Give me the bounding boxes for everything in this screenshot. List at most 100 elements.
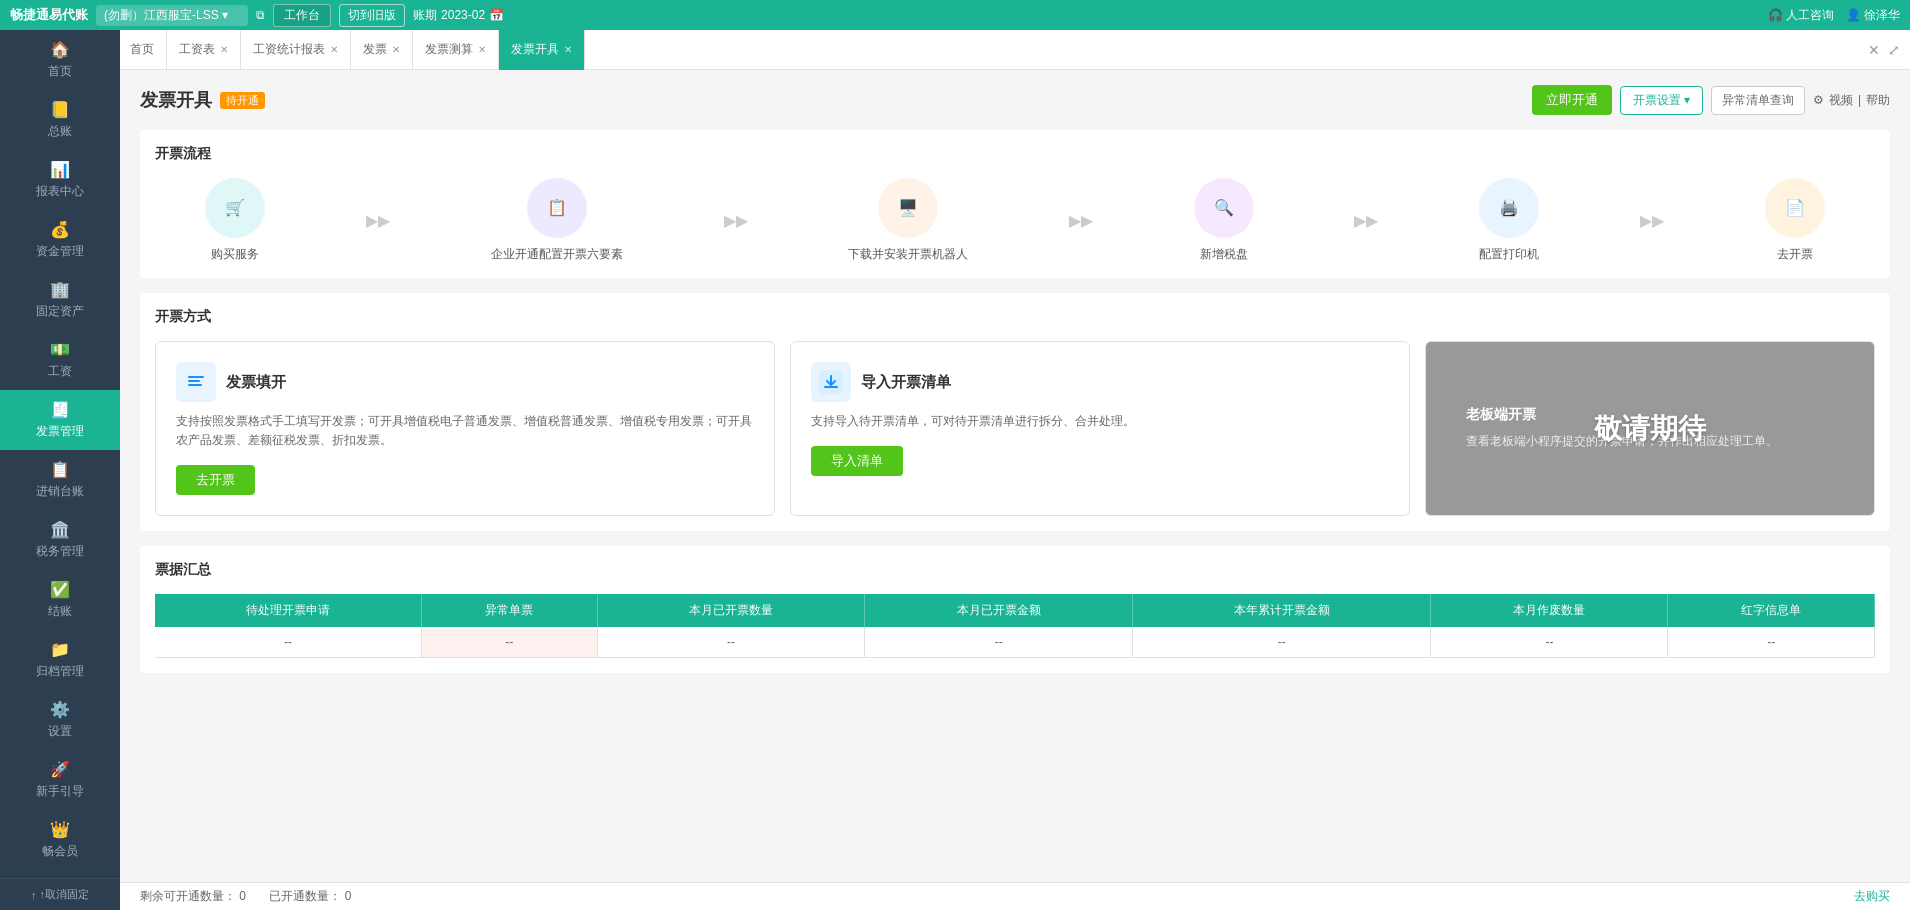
tab-home[interactable]: 首页 — [130, 30, 167, 70]
method-manual-desc: 支持按照发票格式手工填写开发票；可开具增值税电子普通发票、增值税普通发票、增值税… — [176, 412, 754, 450]
arrow-1: ▶▶ — [366, 211, 390, 230]
service-label: 人工咨询 — [1786, 7, 1834, 24]
pin-button[interactable]: ↑ ↑取消固定 — [0, 879, 120, 910]
open-now-button[interactable]: 立即开通 — [1532, 85, 1612, 115]
sidebar-item-purchase[interactable]: 📋 进销台账 — [0, 450, 120, 510]
tab-close-all-button[interactable]: ✕ — [1868, 42, 1880, 58]
step-issue-label: 去开票 — [1777, 246, 1813, 263]
sidebar-item-report[interactable]: 📊 报表中心 — [0, 150, 120, 210]
sidebar-item-invoice[interactable]: 🧾 发票管理 — [0, 390, 120, 450]
tab-invoice-calc-close[interactable]: ✕ — [478, 44, 486, 55]
buy-link[interactable]: 去购买 — [1854, 888, 1890, 905]
step-issue-icon: 📄 — [1765, 178, 1825, 238]
import-list-button[interactable]: 导入清单 — [811, 446, 903, 476]
tab-invoice[interactable]: 发票 ✕ — [351, 30, 413, 70]
invoice-methods: 发票填开 支持按照发票格式手工填写开发票；可开具增值税电子普通发票、增值税普通发… — [155, 341, 1875, 516]
tab-salary-report-close[interactable]: ✕ — [330, 44, 338, 55]
tax-icon: 🏛️ — [50, 520, 70, 539]
tab-invoice-close[interactable]: ✕ — [392, 44, 400, 55]
sidebar-item-archive[interactable]: 📁 归档管理 — [0, 630, 120, 690]
bottom-bar: 剩余可开通数量： 0 已开通数量： 0 去购买 — [120, 882, 1910, 910]
finance-icon: 💰 — [50, 220, 70, 239]
step-printer-label: 配置打印机 — [1479, 246, 1539, 263]
sidebar-label-ledger: 总账 — [48, 123, 72, 140]
header-actions: 立即开通 开票设置 ▾ 异常清单查询 ⚙ 视频 | 帮助 — [1532, 85, 1890, 115]
svg-text:📋: 📋 — [547, 198, 567, 217]
col-red-note: 红字信息单 — [1668, 594, 1875, 627]
invoice-icon: 🧾 — [50, 400, 70, 419]
ledger-icon: 📒 — [50, 100, 70, 119]
sidebar-item-member[interactable]: 👑 畅会员 — [0, 810, 120, 870]
sidebar-item-tax[interactable]: 🏛️ 税务管理 — [0, 510, 120, 570]
method-import-desc: 支持导入待开票清单，可对待开票清单进行拆分、合并处理。 — [811, 412, 1389, 431]
workspace-button[interactable]: 工作台 — [273, 4, 331, 27]
company-select[interactable]: (勿删）江西服宝-LSS ▾ — [96, 5, 248, 26]
step-issue[interactable]: 📄 去开票 — [1765, 178, 1825, 263]
purchase-icon: 📋 — [50, 460, 70, 479]
step-buy-service[interactable]: 🛒 购买服务 — [205, 178, 265, 263]
col-month-amount: 本月已开票金额 — [865, 594, 1133, 627]
old-platform-inner: 老板端开票 查看老板端小程序提交的开票申请，并作出相应处理工单。 敬请期待 — [1446, 391, 1854, 466]
tab-salary-close[interactable]: ✕ — [220, 44, 228, 55]
col-pending: 待处理开票申请 — [155, 594, 421, 627]
report-icon: 📊 — [50, 160, 70, 179]
settings-icon: ⚙️ — [50, 700, 70, 719]
sidebar-label-member: 畅会员 — [42, 843, 78, 860]
guide-icon: 🚀 — [50, 760, 70, 779]
svg-text:🖥️: 🖥️ — [898, 198, 918, 217]
arrow-4: ▶▶ — [1354, 211, 1378, 230]
manual-invoice-button[interactable]: 去开票 — [176, 465, 255, 495]
settings2-icon: ⚙ — [1813, 93, 1824, 107]
col-month-count: 本月已开票数量 — [597, 594, 865, 627]
help-video-label: 视频 — [1829, 92, 1853, 109]
arrow-2: ▶▶ — [724, 211, 748, 230]
company-name: (勿删）江西服宝-LSS — [104, 8, 219, 22]
svg-rect-15 — [188, 384, 202, 386]
svg-text:📄: 📄 — [1785, 198, 1805, 217]
tab-invoice-open-label: 发票开具 — [511, 41, 559, 58]
step-printer[interactable]: 🖨️ 配置打印机 — [1479, 178, 1539, 263]
sidebar-item-home[interactable]: 🏠 首页 — [0, 30, 120, 90]
sidebar: 🏠 首页 📒 总账 📊 报表中心 💰 资金管理 🏢 固定资产 💵 工资 🧾 发票… — [0, 30, 120, 910]
step-configure-label: 企业开通配置开票六要素 — [491, 246, 623, 263]
coming-soon-text: 敬请期待 — [1594, 410, 1706, 448]
help-area[interactable]: ⚙ 视频 | 帮助 — [1813, 92, 1890, 109]
sidebar-item-guide[interactable]: 🚀 新手引导 — [0, 750, 120, 810]
user-info[interactable]: 👤 徐泽华 — [1846, 7, 1900, 24]
service-button[interactable]: 🎧 人工咨询 — [1768, 7, 1834, 24]
step-configure-icon: 📋 — [527, 178, 587, 238]
copy-icon[interactable]: ⧉ — [256, 8, 265, 22]
method-import-header: 导入开票清单 — [811, 362, 1389, 402]
tab-actions: ✕ ⤢ — [1868, 42, 1900, 58]
tab-invoice-calc[interactable]: 发票测算 ✕ — [413, 30, 499, 70]
tab-salary[interactable]: 工资表 ✕ — [167, 30, 241, 70]
tab-invoice-open[interactable]: 发票开具 ✕ — [499, 30, 585, 70]
tab-restore-button[interactable]: ⤢ — [1888, 42, 1900, 58]
val-year-amount: -- — [1133, 627, 1431, 658]
tab-invoice-open-close[interactable]: ✕ — [564, 44, 572, 55]
page-content: 发票开具 待开通 立即开通 开票设置 ▾ 异常清单查询 ⚙ 视频 | 帮助 — [120, 70, 1910, 882]
top-bar-left: 畅捷通易代账 (勿删）江西服宝-LSS ▾ ⧉ 工作台 切到旧版 账期 2023… — [10, 4, 504, 27]
col-void-count: 本月作废数量 — [1431, 594, 1668, 627]
step-taxdisk[interactable]: 🔍 新增税盘 — [1194, 178, 1254, 263]
sidebar-item-salary[interactable]: 💵 工资 — [0, 330, 120, 390]
top-bar-right: 🎧 人工咨询 👤 徐泽华 — [1768, 7, 1900, 24]
open-settings-button[interactable]: 开票设置 ▾ — [1620, 86, 1703, 115]
sidebar-item-settle[interactable]: ✅ 结账 — [0, 570, 120, 630]
headset-icon: 🎧 — [1768, 8, 1783, 22]
method-import-card: 导入开票清单 支持导入待开票清单，可对待开票清单进行拆分、合并处理。 导入清单 — [790, 341, 1410, 516]
tab-salary-report[interactable]: 工资统计报表 ✕ — [241, 30, 351, 70]
step-download[interactable]: 🖥️ 下载并安装开票机器人 — [848, 178, 968, 263]
tab-bar: 首页 工资表 ✕ 工资统计报表 ✕ 发票 ✕ 发票测算 ✕ 发票开具 ✕ — [120, 30, 1910, 70]
step-configure[interactable]: 📋 企业开通配置开票六要素 — [491, 178, 623, 263]
sidebar-item-assets[interactable]: 🏢 固定资产 — [0, 270, 120, 330]
pin-label: ↑取消固定 — [40, 887, 90, 902]
sidebar-item-settings[interactable]: ⚙️ 设置 — [0, 690, 120, 750]
step-download-icon: 🖥️ — [878, 178, 938, 238]
sidebar-item-ledger[interactable]: 📒 总账 — [0, 90, 120, 150]
calendar-icon[interactable]: 📅 — [489, 8, 504, 22]
method-manual-title: 发票填开 — [226, 373, 286, 392]
sidebar-item-finance[interactable]: 💰 资金管理 — [0, 210, 120, 270]
abnormal-list-button[interactable]: 异常清单查询 — [1711, 86, 1805, 115]
old-version-button[interactable]: 切到旧版 — [339, 4, 405, 27]
